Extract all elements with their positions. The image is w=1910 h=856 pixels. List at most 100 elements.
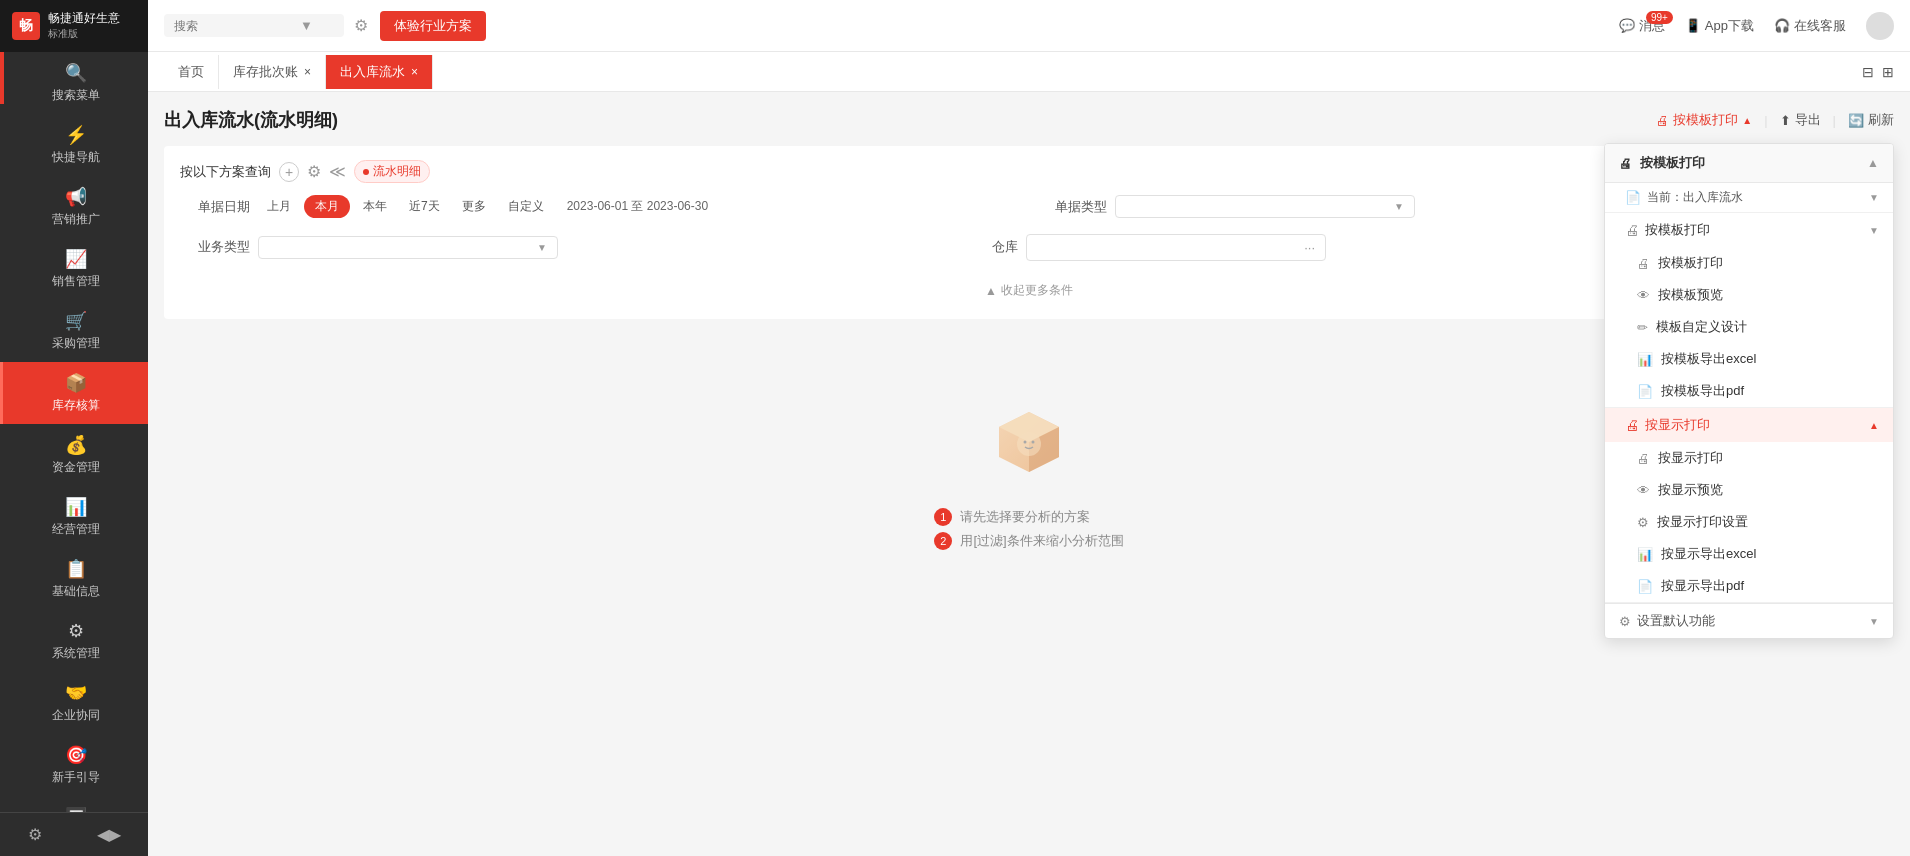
page-actions-divider2: | bbox=[1833, 113, 1836, 128]
date-btn-more[interactable]: 更多 bbox=[453, 195, 495, 218]
filter-collapse-icon[interactable]: ≪ bbox=[329, 162, 346, 181]
warehouse-more-icon[interactable]: ··· bbox=[1304, 240, 1315, 255]
tab-expand-area: ⊟ ⊞ bbox=[1862, 64, 1894, 80]
template-print-header[interactable]: 🖨 按模板打印 ▼ bbox=[1605, 213, 1893, 247]
dropdown-item-display-settings[interactable]: ⚙ 按显示打印设置 bbox=[1605, 506, 1893, 538]
sidebar-item-marketing[interactable]: 📢 营销推广 bbox=[0, 176, 148, 238]
sidebar-item-system[interactable]: ⚙ 系统管理 bbox=[0, 610, 148, 672]
dropdown-collapse-icon[interactable]: ▲ bbox=[1867, 156, 1879, 170]
sidebar-item-guide[interactable]: 🎯 新手引导 bbox=[0, 734, 148, 796]
app-download-btn[interactable]: 📱 App下载 bbox=[1685, 17, 1754, 35]
content-area: 出入库流水(流水明细) 🖨 按模板打印 ▲ | ⬆ 导出 | 🔄 刷新 bbox=[148, 92, 1910, 856]
doctype-select[interactable]: ▼ bbox=[1115, 195, 1415, 218]
template-section-arrow: ▼ bbox=[1869, 225, 1879, 236]
sidebar-item-label: 营销推广 bbox=[52, 211, 100, 228]
template-custom-icon: ✏ bbox=[1637, 320, 1648, 335]
print-dropdown-arrow: ▲ bbox=[1742, 115, 1752, 126]
template-section-label: 按模板打印 bbox=[1645, 221, 1710, 239]
dropdown-item-template-preview[interactable]: 👁 按模板预览 bbox=[1605, 279, 1893, 311]
sidebar-item-label: 库存核算 bbox=[52, 397, 100, 414]
sidebar-item-label: 企业协同 bbox=[52, 707, 100, 724]
settings-icon[interactable]: ⚙ bbox=[28, 825, 42, 844]
sidebar-item-quick-nav[interactable]: ⚡ 快捷导航 bbox=[0, 114, 148, 176]
chart-icon: 📈 bbox=[65, 248, 87, 270]
tab-flow-close[interactable]: × bbox=[411, 65, 418, 79]
customer-service-label: 在线客服 bbox=[1794, 17, 1846, 35]
tab-home[interactable]: 首页 bbox=[164, 55, 219, 89]
gear-icon: ⚙ bbox=[68, 620, 84, 642]
tab-expand-icon[interactable]: ⊞ bbox=[1882, 64, 1894, 80]
sidebar-item-enterprise[interactable]: 🤝 企业协同 bbox=[0, 672, 148, 734]
template-pdf-label: 按模板导出pdf bbox=[1661, 382, 1744, 400]
display-print-header[interactable]: 🖨 按显示打印 ▲ bbox=[1605, 408, 1893, 442]
template-preview-icon: 👁 bbox=[1637, 288, 1650, 303]
filter-tag[interactable]: 流水明细 bbox=[354, 160, 430, 183]
sidebar-item-finance[interactable]: 💰 资金管理 bbox=[0, 424, 148, 486]
display-section-arrow: ▲ bbox=[1869, 420, 1879, 431]
collapse-icon[interactable]: ◀▶ bbox=[97, 825, 121, 844]
filter-settings-icon[interactable]: ⚙ bbox=[307, 162, 321, 181]
dropdown-item-template-custom[interactable]: ✏ 模板自定义设计 bbox=[1605, 311, 1893, 343]
empty-tip-1: 1 请先选择要分析的方案 bbox=[934, 508, 1123, 526]
refresh-btn[interactable]: 🔄 刷新 bbox=[1848, 111, 1894, 129]
search-dropdown-icon[interactable]: ▼ bbox=[300, 18, 313, 33]
sidebar-item-label: 新手引导 bbox=[52, 769, 100, 786]
date-btn-7days[interactable]: 近7天 bbox=[400, 195, 449, 218]
dropdown-item-template-excel[interactable]: 📊 按模板导出excel bbox=[1605, 343, 1893, 375]
dropdown-item-display-pdf[interactable]: 📄 按显示导出pdf bbox=[1605, 570, 1893, 602]
dropdown-item-display-preview[interactable]: 👁 按显示预览 bbox=[1605, 474, 1893, 506]
dropdown-item-template-pdf[interactable]: 📄 按模板导出pdf bbox=[1605, 375, 1893, 407]
dropdown-item-template-print[interactable]: 🖨 按模板打印 bbox=[1605, 247, 1893, 279]
dropdown-item-display-excel[interactable]: 📊 按显示导出excel bbox=[1605, 538, 1893, 570]
sidebar-item-inventory[interactable]: 📦 库存核算 bbox=[0, 362, 148, 424]
trial-btn[interactable]: 体验行业方案 bbox=[380, 11, 486, 41]
print-template-label: 按模板打印 bbox=[1673, 111, 1738, 129]
display-excel-icon: 📊 bbox=[1637, 547, 1653, 562]
messages-btn[interactable]: 💬 消息 99+ bbox=[1619, 17, 1665, 35]
sidebar: 畅 畅捷通好生意 标准版 🔍 搜索菜单 ⚡ 快捷导航 📢 营销推广 📈 销售管理… bbox=[0, 0, 148, 856]
date-btn-this-year[interactable]: 本年 bbox=[354, 195, 396, 218]
date-btn-prev-month[interactable]: 上月 bbox=[258, 195, 300, 218]
date-btn-custom[interactable]: 自定义 bbox=[499, 195, 553, 218]
page-actions-divider: | bbox=[1764, 113, 1767, 128]
header-settings-icon[interactable]: ⚙ bbox=[354, 16, 368, 35]
header-search-box[interactable]: ▼ bbox=[164, 14, 344, 37]
biz-type-select[interactable]: ▼ bbox=[258, 236, 558, 259]
display-settings-icon: ⚙ bbox=[1637, 515, 1649, 530]
date-btn-this-month[interactable]: 本月 bbox=[304, 195, 350, 218]
tab-flow[interactable]: 出入库流水 × bbox=[326, 55, 433, 89]
sidebar-item-label: 采购管理 bbox=[52, 335, 100, 352]
footer-settings-icon: ⚙ bbox=[1619, 614, 1631, 629]
warehouse-select[interactable]: ··· bbox=[1026, 234, 1326, 261]
sidebar-item-operations[interactable]: 📊 经营管理 bbox=[0, 486, 148, 548]
sidebar-item-app-center[interactable]: 🔲 应用中心 bbox=[0, 796, 148, 812]
search-input[interactable] bbox=[174, 19, 294, 33]
print-template-btn[interactable]: 🖨 按模板打印 ▲ bbox=[1656, 111, 1752, 129]
tab-batch-account[interactable]: 库存批次账 × bbox=[219, 55, 326, 89]
display-settings-label: 按显示打印设置 bbox=[1657, 513, 1748, 531]
tab-batch-close[interactable]: × bbox=[304, 65, 311, 79]
export-btn[interactable]: ⬆ 导出 bbox=[1780, 111, 1821, 129]
display-excel-label: 按显示导出excel bbox=[1661, 545, 1756, 563]
biz-type-label: 业务类型 bbox=[180, 238, 250, 256]
sidebar-item-sales[interactable]: 📈 销售管理 bbox=[0, 238, 148, 300]
template-print-item-label: 按模板打印 bbox=[1658, 254, 1723, 272]
dropdown-footer[interactable]: ⚙ 设置默认功能 ▼ bbox=[1605, 603, 1893, 638]
customer-service-btn[interactable]: 🎧 在线客服 bbox=[1774, 17, 1846, 35]
tab-minimize-icon[interactable]: ⊟ bbox=[1862, 64, 1874, 80]
empty-tip-2: 2 用[过滤]条件来缩小分析范围 bbox=[934, 532, 1123, 550]
sidebar-item-purchase[interactable]: 🛒 采购管理 bbox=[0, 300, 148, 362]
search-icon: 🔍 bbox=[65, 62, 87, 84]
svg-point-4 bbox=[1024, 441, 1027, 444]
user-avatar[interactable] bbox=[1866, 12, 1894, 40]
sidebar-item-search[interactable]: 🔍 搜索菜单 bbox=[0, 52, 148, 114]
dropdown-item-display-print[interactable]: 🖨 按显示打印 bbox=[1605, 442, 1893, 474]
sidebar-item-basic[interactable]: 📋 基础信息 bbox=[0, 548, 148, 610]
warehouse-label: 仓库 bbox=[948, 238, 1018, 256]
handshake-icon: 🤝 bbox=[65, 682, 87, 704]
display-section-icon: 🖨 bbox=[1625, 417, 1639, 433]
lightning-icon: ⚡ bbox=[65, 124, 87, 146]
headset-icon: 🎧 bbox=[1774, 18, 1790, 33]
filter-add-btn[interactable]: + bbox=[279, 162, 299, 182]
tab-home-label: 首页 bbox=[178, 63, 204, 81]
